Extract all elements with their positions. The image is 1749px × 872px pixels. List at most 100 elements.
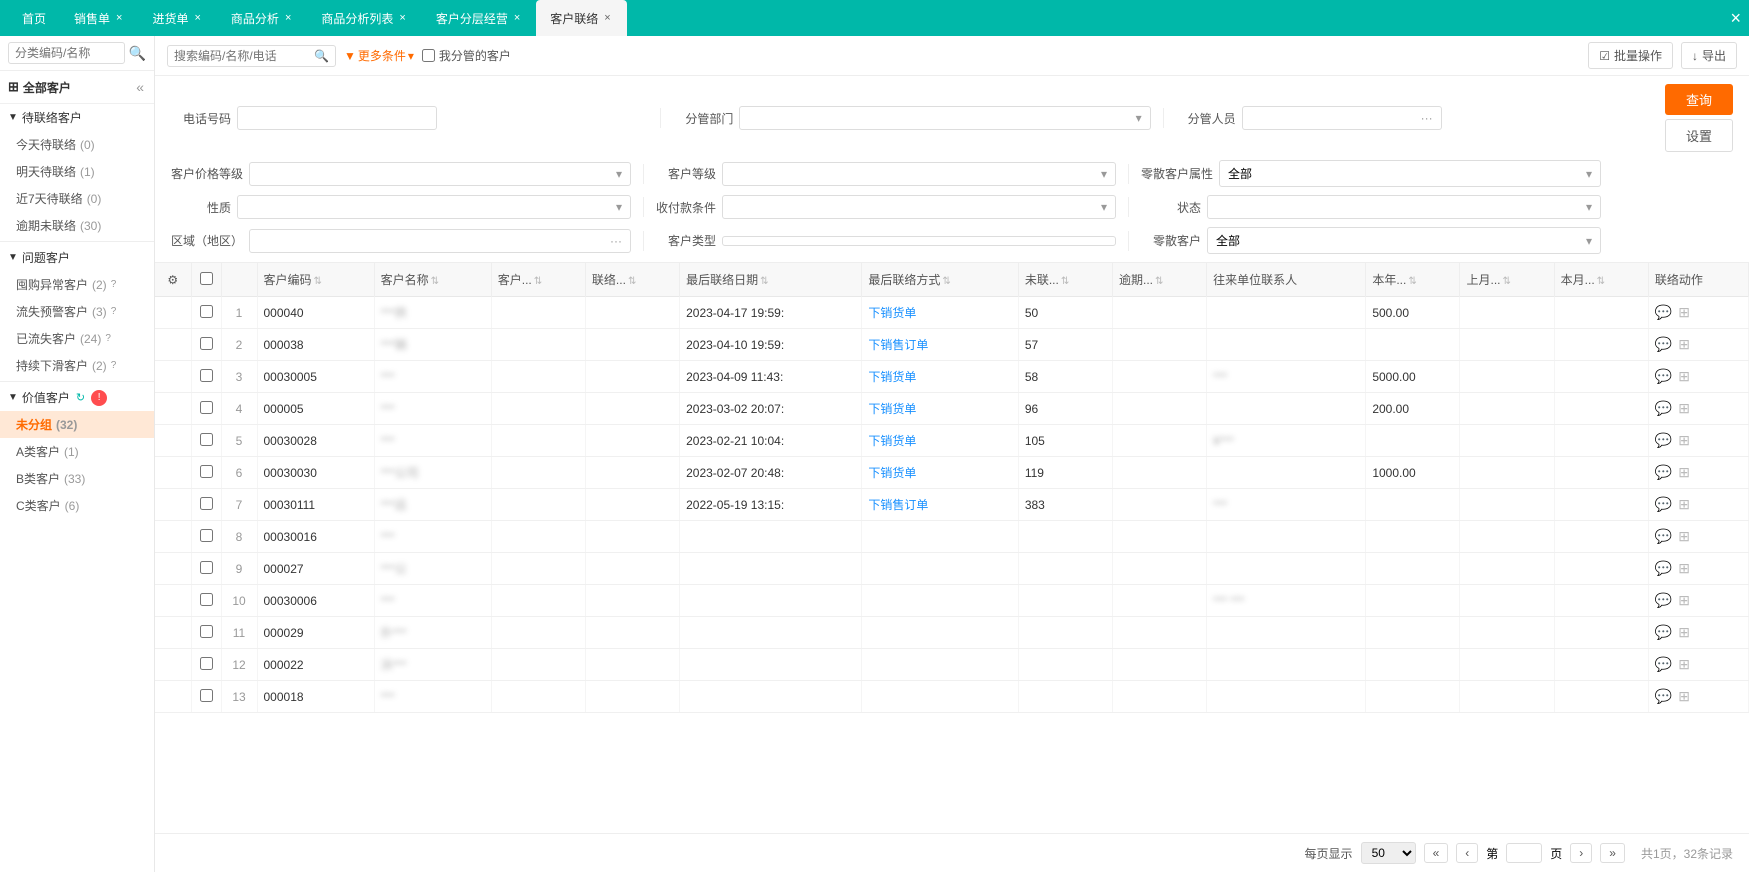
- contact-type-link-4[interactable]: 下销货单: [868, 434, 916, 448]
- sidebar-group-value[interactable]: ▼ 价值客户 ↻ !: [0, 384, 154, 411]
- sidebar-item-churn-warning[interactable]: 流失预警客户 (3) ?: [0, 298, 154, 325]
- grid-icon-10[interactable]: ⊞: [1678, 624, 1690, 641]
- filter-retail-customer-select[interactable]: 全部▾: [1207, 227, 1601, 254]
- contact-type-link-3[interactable]: 下销货单: [868, 402, 916, 416]
- nav-home[interactable]: 首页: [8, 0, 60, 36]
- message-icon-7[interactable]: 💬: [1655, 528, 1672, 545]
- row-check-12[interactable]: [191, 681, 221, 713]
- all-customers-header[interactable]: ⊞ 全部客户 «: [0, 71, 154, 104]
- message-icon-0[interactable]: 💬: [1655, 304, 1672, 321]
- grid-icon-11[interactable]: ⊞: [1678, 656, 1690, 673]
- this-month-col[interactable]: 本月...⇅: [1554, 263, 1648, 297]
- message-icon-3[interactable]: 💬: [1655, 400, 1672, 417]
- row-checkbox-5[interactable]: [200, 465, 213, 478]
- row-checkbox-8[interactable]: [200, 561, 213, 574]
- grid-icon-8[interactable]: ⊞: [1678, 560, 1690, 577]
- close-purchase-tab[interactable]: ×: [192, 12, 202, 24]
- first-page-btn[interactable]: «: [1424, 843, 1449, 863]
- message-icon-8[interactable]: 💬: [1655, 560, 1672, 577]
- message-icon-6[interactable]: 💬: [1655, 496, 1672, 513]
- grid-icon-1[interactable]: ⊞: [1678, 336, 1690, 353]
- check-all[interactable]: [200, 272, 213, 285]
- this-year-col[interactable]: 本年...⇅: [1366, 263, 1460, 297]
- sidebar-item-churned[interactable]: 已流失客户 (24) ?: [0, 325, 154, 352]
- contact-type-link-2[interactable]: 下销货单: [868, 370, 916, 384]
- nav-tab-customer-segment[interactable]: 客户分层经营 ×: [422, 0, 536, 36]
- not-contacted-col[interactable]: 未联...⇅: [1018, 263, 1112, 297]
- message-icon-5[interactable]: 💬: [1655, 464, 1672, 481]
- contact-type-link-6[interactable]: 下销售订单: [868, 498, 928, 512]
- batch-operation-btn[interactable]: ☑ 批量操作: [1588, 42, 1673, 69]
- last-page-btn[interactable]: »: [1600, 843, 1625, 863]
- my-customers-check[interactable]: [422, 49, 435, 62]
- row-check-11[interactable]: [191, 649, 221, 681]
- filter-status-select[interactable]: ▾: [1207, 195, 1601, 219]
- close-all-tabs[interactable]: ×: [1730, 8, 1741, 29]
- close-analysis-list-tab[interactable]: ×: [397, 12, 407, 24]
- main-search-icon[interactable]: 🔍: [314, 49, 329, 63]
- sidebar-item-tomorrow[interactable]: 明天待联络 (1): [0, 158, 154, 185]
- last-contact-date-col[interactable]: 最后联络日期⇅: [680, 263, 862, 297]
- sidebar-item-declining[interactable]: 持续下滑客户 (2) ?: [0, 352, 154, 379]
- row-last-type-1[interactable]: 下销售订单: [862, 329, 1019, 361]
- row-last-type-6[interactable]: 下销售订单: [862, 489, 1019, 521]
- row-last-type-2[interactable]: 下销货单: [862, 361, 1019, 393]
- contact-type-link-5[interactable]: 下销货单: [868, 466, 916, 480]
- sidebar-item-unclassified[interactable]: 未分组 (32): [0, 411, 154, 438]
- grid-icon-3[interactable]: ⊞: [1678, 400, 1690, 417]
- row-checkbox-11[interactable]: [200, 657, 213, 670]
- sidebar-group-problem[interactable]: ▼ 问题客户: [0, 244, 154, 271]
- contact-col-header[interactable]: 联络...⇅: [585, 263, 679, 297]
- nav-tab-sales[interactable]: 销售单 ×: [60, 0, 138, 36]
- next-page-btn[interactable]: ›: [1570, 843, 1592, 863]
- row-check-9[interactable]: [191, 585, 221, 617]
- row-checkbox-12[interactable]: [200, 689, 213, 702]
- name-col-header[interactable]: 客户名称⇅: [374, 263, 491, 297]
- message-icon-10[interactable]: 💬: [1655, 624, 1672, 641]
- row-checkbox-1[interactable]: [200, 337, 213, 350]
- sidebar-item-class-b[interactable]: B类客户 (33): [0, 465, 154, 492]
- sidebar-search-icon[interactable]: 🔍: [129, 45, 146, 62]
- sidebar-collapse-btn[interactable]: «: [134, 77, 146, 97]
- sidebar-item-class-a[interactable]: A类客户 (1): [0, 438, 154, 465]
- sidebar-group-pending[interactable]: ▼ 待联络客户: [0, 104, 154, 131]
- filter-retail-attr-select[interactable]: 全部▾: [1219, 160, 1601, 187]
- row-check-4[interactable]: [191, 425, 221, 457]
- close-sales-tab[interactable]: ×: [114, 12, 124, 24]
- filter-manager-input[interactable]: ···: [1242, 106, 1442, 130]
- export-btn[interactable]: ↓ 导出: [1681, 42, 1737, 69]
- main-search-input[interactable]: [174, 49, 314, 63]
- message-icon-2[interactable]: 💬: [1655, 368, 1672, 385]
- close-contact-tab[interactable]: ×: [602, 12, 612, 24]
- row-check-2[interactable]: [191, 361, 221, 393]
- row-checkbox-3[interactable]: [200, 401, 213, 414]
- sidebar-item-7days[interactable]: 近7天待联络 (0): [0, 185, 154, 212]
- close-segment-tab[interactable]: ×: [512, 12, 522, 24]
- sidebar-item-today[interactable]: 今天待联络 (0): [0, 131, 154, 158]
- sidebar-item-overdue[interactable]: 逾期未联络 (30): [0, 212, 154, 239]
- code-col-header[interactable]: 客户编码⇅: [257, 263, 374, 297]
- grid-icon-5[interactable]: ⊞: [1678, 464, 1690, 481]
- message-icon-9[interactable]: 💬: [1655, 592, 1672, 609]
- row-check-10[interactable]: [191, 617, 221, 649]
- row-check-8[interactable]: [191, 553, 221, 585]
- row-checkbox-0[interactable]: [200, 305, 213, 318]
- grid-icon-12[interactable]: ⊞: [1678, 688, 1690, 705]
- message-icon-12[interactable]: 💬: [1655, 688, 1672, 705]
- prev-page-btn[interactable]: ‹: [1456, 843, 1478, 863]
- message-icon-11[interactable]: 💬: [1655, 656, 1672, 673]
- filter-customer-type-select[interactable]: [722, 236, 1116, 246]
- current-page-input[interactable]: 1: [1506, 843, 1542, 863]
- more-conditions-btn[interactable]: ▼ 更多条件 ▾: [344, 47, 414, 64]
- row-last-type-3[interactable]: 下销货单: [862, 393, 1019, 425]
- nav-tab-analysis-list[interactable]: 商品分析列表 ×: [307, 0, 421, 36]
- nav-tab-purchase[interactable]: 进货单 ×: [138, 0, 216, 36]
- check-all-col[interactable]: [191, 263, 221, 297]
- row-check-0[interactable]: [191, 297, 221, 329]
- nav-tab-customer-contact[interactable]: 客户联络 ×: [536, 0, 626, 36]
- filter-nature-select[interactable]: ▾: [237, 195, 631, 219]
- contact-type-link-0[interactable]: 下销货单: [868, 306, 916, 320]
- filter-phone-input[interactable]: [237, 106, 437, 130]
- sidebar-item-class-c[interactable]: C类客户 (6): [0, 492, 154, 519]
- row-check-5[interactable]: [191, 457, 221, 489]
